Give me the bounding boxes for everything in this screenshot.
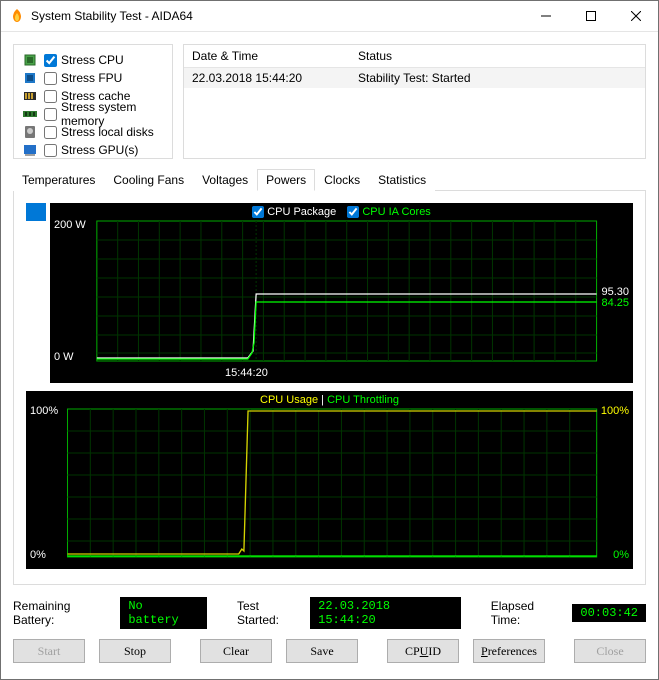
log-row-status: Stability Test: Started	[350, 69, 645, 87]
elapsed-label: Elapsed Time:	[491, 599, 566, 627]
usage-y-top-l: 100%	[30, 405, 58, 417]
stress-cpu-label: Stress CPU	[61, 53, 124, 67]
chart-area: CPU Package CPU IA Cores 200 W 0 W 15:44…	[13, 191, 646, 585]
maximize-button[interactable]	[568, 2, 613, 31]
powers-ia-value: 84.25	[601, 297, 629, 309]
elapsed-value: 00:03:42	[572, 604, 646, 622]
usage-legend: CPU Usage | CPU Throttling	[26, 394, 633, 406]
minimize-button[interactable]	[523, 2, 568, 31]
stress-cpu-checkbox[interactable]	[44, 54, 57, 67]
legend-cpu-package-checkbox[interactable]	[252, 206, 264, 218]
stress-fpu-row[interactable]: Stress FPU	[22, 69, 164, 87]
log-row-dt: 22.03.2018 15:44:20	[184, 69, 350, 87]
stress-fpu-label: Stress FPU	[61, 71, 122, 85]
tab-temperatures[interactable]: Temperatures	[13, 169, 104, 191]
stop-button[interactable]: Stop	[99, 639, 171, 663]
log-row[interactable]: 22.03.2018 15:44:20 Stability Test: Star…	[184, 68, 645, 88]
powers-legend: CPU Package CPU IA Cores	[50, 206, 633, 221]
start-button: Start	[13, 639, 85, 663]
col-datetime[interactable]: Date & Time	[184, 46, 350, 66]
log-table: Date & Time Status 22.03.2018 15:44:20 S…	[183, 44, 646, 159]
stress-memory-checkbox[interactable]	[44, 108, 57, 121]
cpuid-button[interactable]: CPUID	[387, 639, 459, 663]
powers-x-tick: 15:44:20	[225, 367, 268, 379]
col-status[interactable]: Status	[350, 46, 645, 66]
status-row: Remaining Battery: No battery Test Start…	[13, 585, 646, 637]
button-row: Start Stop Clear Save CPUID Preferences …	[13, 637, 646, 667]
ram-icon	[22, 106, 38, 122]
cache-icon	[22, 88, 38, 104]
powers-chart: CPU Package CPU IA Cores 200 W 0 W 15:44…	[50, 203, 633, 383]
preferences-button[interactable]: Preferences	[473, 639, 545, 663]
clear-button[interactable]: Clear	[200, 639, 272, 663]
legend-cpu-ia-label: CPU IA Cores	[362, 206, 430, 218]
sensor-list[interactable]	[26, 203, 46, 383]
close-dialog-button: Close	[574, 639, 646, 663]
stress-memory-row[interactable]: Stress system memory	[22, 105, 164, 123]
usage-value: 100%	[601, 405, 629, 417]
stress-gpu-checkbox[interactable]	[44, 144, 57, 157]
powers-y-top: 200 W	[54, 219, 86, 231]
powers-y-bot: 0 W	[54, 351, 74, 363]
throttling-value: 0%	[613, 549, 629, 561]
legend-cpu-package-label: CPU Package	[267, 206, 336, 218]
started-value: 22.03.2018 15:44:20	[310, 597, 461, 629]
tab-powers[interactable]: Powers	[257, 169, 315, 191]
battery-value: No battery	[120, 597, 207, 629]
stress-fpu-checkbox[interactable]	[44, 72, 57, 85]
legend-cpu-usage: CPU Usage	[260, 394, 318, 406]
usage-chart: CPU Usage | CPU Throttling 100% 0% 100% …	[26, 391, 633, 569]
stress-disk-row[interactable]: Stress local disks	[22, 123, 164, 141]
stress-options-panel: Stress CPU Stress FPU Stress cache Stres…	[13, 44, 173, 159]
tab-clocks[interactable]: Clocks	[315, 169, 369, 191]
app-icon	[9, 8, 25, 24]
stress-cache-checkbox[interactable]	[44, 90, 57, 103]
tab-bar: Temperatures Cooling Fans Voltages Power…	[13, 167, 646, 191]
app-window: System Stability Test - AIDA64 Stress CP…	[0, 0, 659, 680]
save-button[interactable]: Save	[286, 639, 358, 663]
gpu-icon	[22, 142, 38, 158]
legend-cpu-ia-checkbox[interactable]	[347, 206, 359, 218]
legend-sep: |	[321, 394, 324, 406]
disk-icon	[22, 124, 38, 140]
battery-label: Remaining Battery:	[13, 599, 114, 627]
window-title: System Stability Test - AIDA64	[31, 9, 523, 23]
stress-memory-label: Stress system memory	[61, 100, 164, 128]
stress-gpu-row[interactable]: Stress GPU(s)	[22, 141, 164, 159]
tab-voltages[interactable]: Voltages	[193, 169, 257, 191]
sensor-selected[interactable]	[26, 203, 46, 221]
stress-cpu-row[interactable]: Stress CPU	[22, 51, 164, 69]
cpu-icon	[22, 52, 38, 68]
started-label: Test Started:	[237, 599, 303, 627]
legend-cpu-throttling: CPU Throttling	[327, 394, 399, 406]
titlebar[interactable]: System Stability Test - AIDA64	[1, 1, 658, 32]
log-header: Date & Time Status	[184, 45, 645, 68]
tab-statistics[interactable]: Statistics	[369, 169, 435, 191]
usage-y-bot-l: 0%	[30, 549, 46, 561]
stress-gpu-label: Stress GPU(s)	[61, 143, 138, 157]
close-button[interactable]	[613, 2, 658, 31]
tab-cooling-fans[interactable]: Cooling Fans	[104, 169, 193, 191]
stress-disk-label: Stress local disks	[61, 125, 154, 139]
fpu-icon	[22, 70, 38, 86]
stress-disk-checkbox[interactable]	[44, 126, 57, 139]
